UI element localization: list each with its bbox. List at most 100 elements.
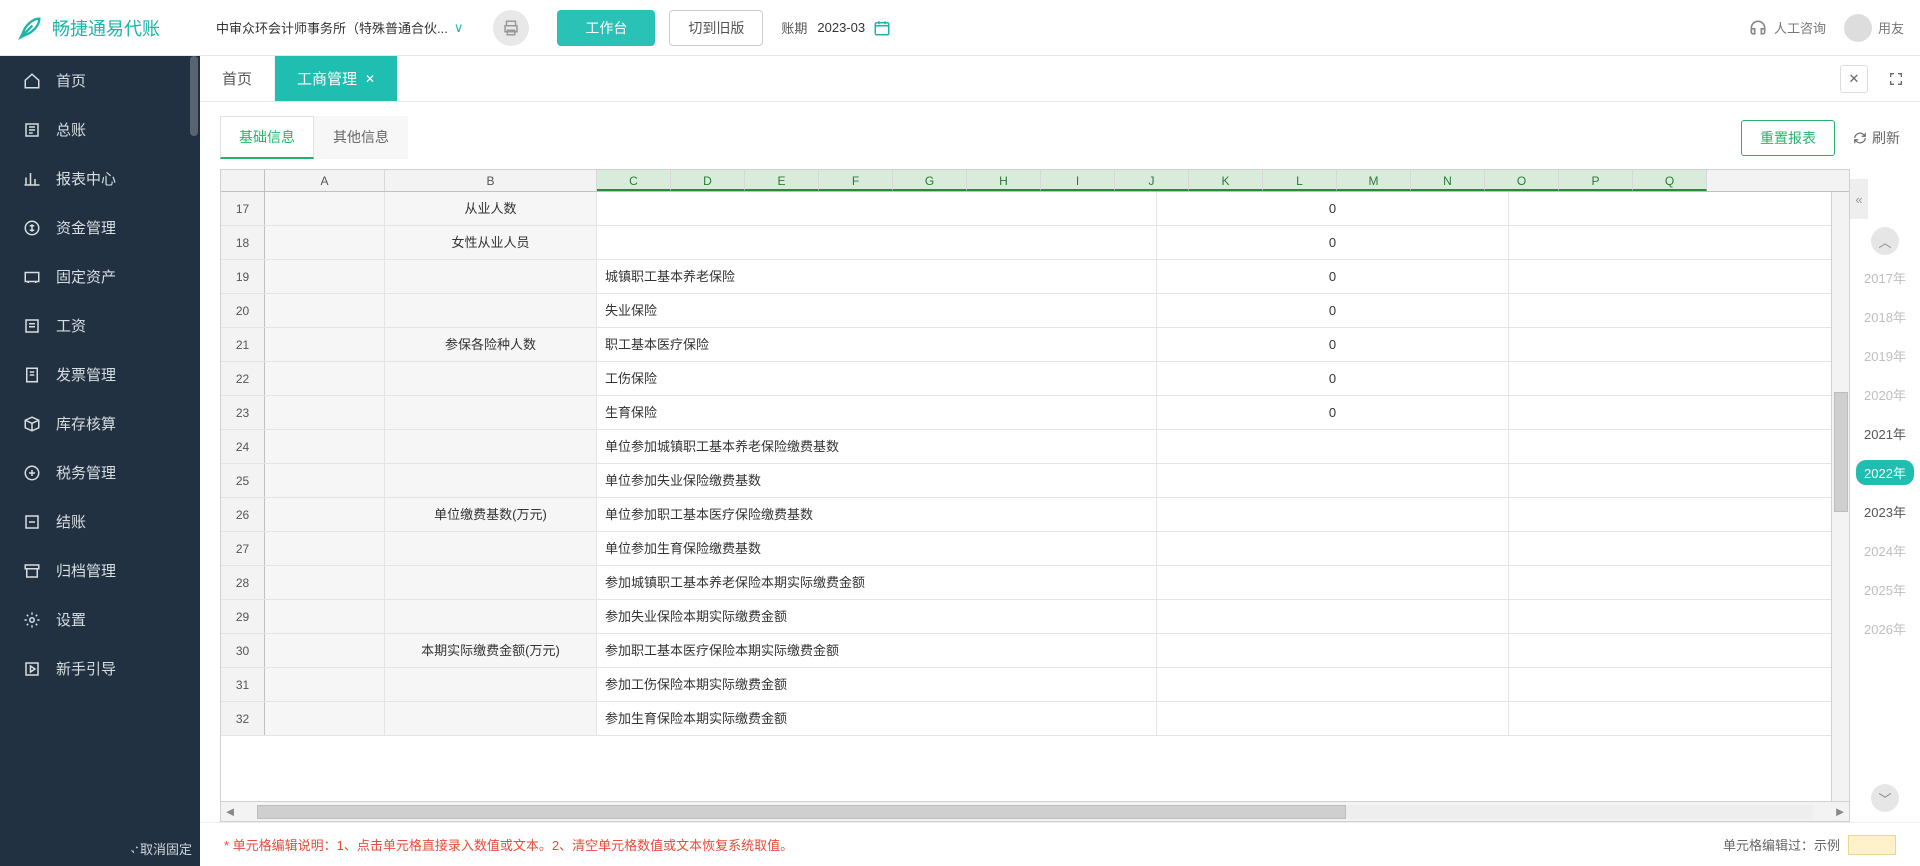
- column-header[interactable]: F: [819, 170, 893, 191]
- cell[interactable]: [1509, 600, 1849, 633]
- row-header[interactable]: 19: [221, 260, 265, 293]
- cell-description[interactable]: [597, 226, 1157, 259]
- cell[interactable]: [265, 430, 385, 463]
- cell[interactable]: [265, 634, 385, 667]
- cell-value[interactable]: 0: [1157, 294, 1509, 327]
- reset-report-button[interactable]: 重置报表: [1741, 120, 1835, 156]
- sidebar-item-settings[interactable]: 设置: [0, 595, 200, 644]
- cell-value[interactable]: 0: [1157, 226, 1509, 259]
- cell-value[interactable]: [1157, 668, 1509, 701]
- sidebar-item-ledger[interactable]: 总账: [0, 105, 200, 154]
- column-header[interactable]: B: [385, 170, 597, 191]
- sub-tab[interactable]: 基础信息: [220, 116, 314, 159]
- column-header[interactable]: H: [967, 170, 1041, 191]
- row-header[interactable]: 28: [221, 566, 265, 599]
- workbench-button[interactable]: 工作台: [557, 10, 655, 46]
- cell-category[interactable]: [385, 532, 597, 565]
- cell-value[interactable]: 0: [1157, 260, 1509, 293]
- print-button[interactable]: [493, 10, 529, 46]
- horizontal-scrollbar[interactable]: ◄ ►: [221, 801, 1849, 821]
- column-header[interactable]: I: [1041, 170, 1115, 191]
- cell-category[interactable]: [385, 702, 597, 735]
- column-header[interactable]: A: [265, 170, 385, 191]
- org-selector[interactable]: 中审众环会计师事务所（特殊普通合伙... ∨: [216, 18, 463, 37]
- cell[interactable]: [265, 226, 385, 259]
- cell[interactable]: [265, 668, 385, 701]
- sidebar-item-invoice[interactable]: 发票管理: [0, 350, 200, 399]
- cell-category[interactable]: 女性从业人员: [385, 226, 597, 259]
- cell-description[interactable]: 参加生育保险本期实际缴费金额: [597, 702, 1157, 735]
- sidebar-item-stock[interactable]: 库存核算: [0, 399, 200, 448]
- cell[interactable]: [265, 260, 385, 293]
- column-header[interactable]: J: [1115, 170, 1189, 191]
- fullscreen-button[interactable]: [1882, 65, 1910, 93]
- year-item[interactable]: 2021年: [1856, 421, 1914, 446]
- year-item[interactable]: 2022年: [1856, 460, 1914, 485]
- cell-category[interactable]: [385, 668, 597, 701]
- cell[interactable]: [265, 600, 385, 633]
- sidebar-item-fund[interactable]: 资金管理: [0, 203, 200, 252]
- column-header[interactable]: Q: [1633, 170, 1707, 191]
- cell[interactable]: [1509, 294, 1849, 327]
- column-header[interactable]: E: [745, 170, 819, 191]
- sidebar-item-asset[interactable]: 固定资产: [0, 252, 200, 301]
- select-all-corner[interactable]: [221, 170, 265, 191]
- cell[interactable]: [1509, 362, 1849, 395]
- cell-description[interactable]: 参加工伤保险本期实际缴费金额: [597, 668, 1157, 701]
- cell[interactable]: [1509, 464, 1849, 497]
- row-header[interactable]: 25: [221, 464, 265, 497]
- cell-value[interactable]: [1157, 532, 1509, 565]
- cell-description[interactable]: 失业保险: [597, 294, 1157, 327]
- row-header[interactable]: 27: [221, 532, 265, 565]
- year-scroll-up[interactable]: ︿: [1871, 227, 1899, 255]
- cell-value[interactable]: [1157, 566, 1509, 599]
- cell[interactable]: [1509, 566, 1849, 599]
- sub-tab[interactable]: 其他信息: [314, 116, 408, 159]
- cell[interactable]: [265, 532, 385, 565]
- sidebar-item-archive[interactable]: 归档管理: [0, 546, 200, 595]
- year-item[interactable]: 2023年: [1856, 499, 1914, 524]
- sidebar-item-chart[interactable]: 报表中心: [0, 154, 200, 203]
- cell[interactable]: [265, 362, 385, 395]
- cell-description[interactable]: 生育保险: [597, 396, 1157, 429]
- cell-category[interactable]: [385, 464, 597, 497]
- row-header[interactable]: 23: [221, 396, 265, 429]
- cell[interactable]: [1509, 192, 1849, 225]
- row-header[interactable]: 32: [221, 702, 265, 735]
- row-header[interactable]: 20: [221, 294, 265, 327]
- row-header[interactable]: 31: [221, 668, 265, 701]
- sidebar-item-guide[interactable]: 新手引导: [0, 644, 200, 693]
- cell[interactable]: [1509, 430, 1849, 463]
- cell-category[interactable]: [385, 294, 597, 327]
- cell[interactable]: [1509, 634, 1849, 667]
- column-header[interactable]: O: [1485, 170, 1559, 191]
- cell[interactable]: [1509, 260, 1849, 293]
- scroll-right-icon[interactable]: ►: [1831, 803, 1849, 821]
- sidebar-item-tax[interactable]: 税务管理: [0, 448, 200, 497]
- cell-category[interactable]: [385, 566, 597, 599]
- cell-category[interactable]: 单位缴费基数(万元): [385, 498, 597, 531]
- cell-category[interactable]: 本期实际缴费金额(万元): [385, 634, 597, 667]
- cell-value[interactable]: [1157, 634, 1509, 667]
- sidebar-item-salary[interactable]: 工资: [0, 301, 200, 350]
- cell-category[interactable]: [385, 260, 597, 293]
- cell[interactable]: [1509, 532, 1849, 565]
- cell-description[interactable]: 单位参加城镇职工基本养老保险缴费基数: [597, 430, 1157, 463]
- cell-category[interactable]: 从业人数: [385, 192, 597, 225]
- user-menu[interactable]: 用友: [1844, 14, 1904, 42]
- cell[interactable]: [265, 464, 385, 497]
- cell-description[interactable]: [597, 192, 1157, 225]
- cell[interactable]: [1509, 396, 1849, 429]
- column-header[interactable]: C: [597, 170, 671, 191]
- old-version-button[interactable]: 切到旧版: [669, 10, 763, 46]
- column-header[interactable]: M: [1337, 170, 1411, 191]
- row-header[interactable]: 26: [221, 498, 265, 531]
- row-header[interactable]: 18: [221, 226, 265, 259]
- column-header[interactable]: G: [893, 170, 967, 191]
- cell-description[interactable]: 参加城镇职工基本养老保险本期实际缴费金额: [597, 566, 1157, 599]
- row-header[interactable]: 30: [221, 634, 265, 667]
- close-tab-icon[interactable]: ✕: [365, 72, 375, 86]
- column-header[interactable]: N: [1411, 170, 1485, 191]
- cell-value[interactable]: [1157, 498, 1509, 531]
- cell[interactable]: [265, 702, 385, 735]
